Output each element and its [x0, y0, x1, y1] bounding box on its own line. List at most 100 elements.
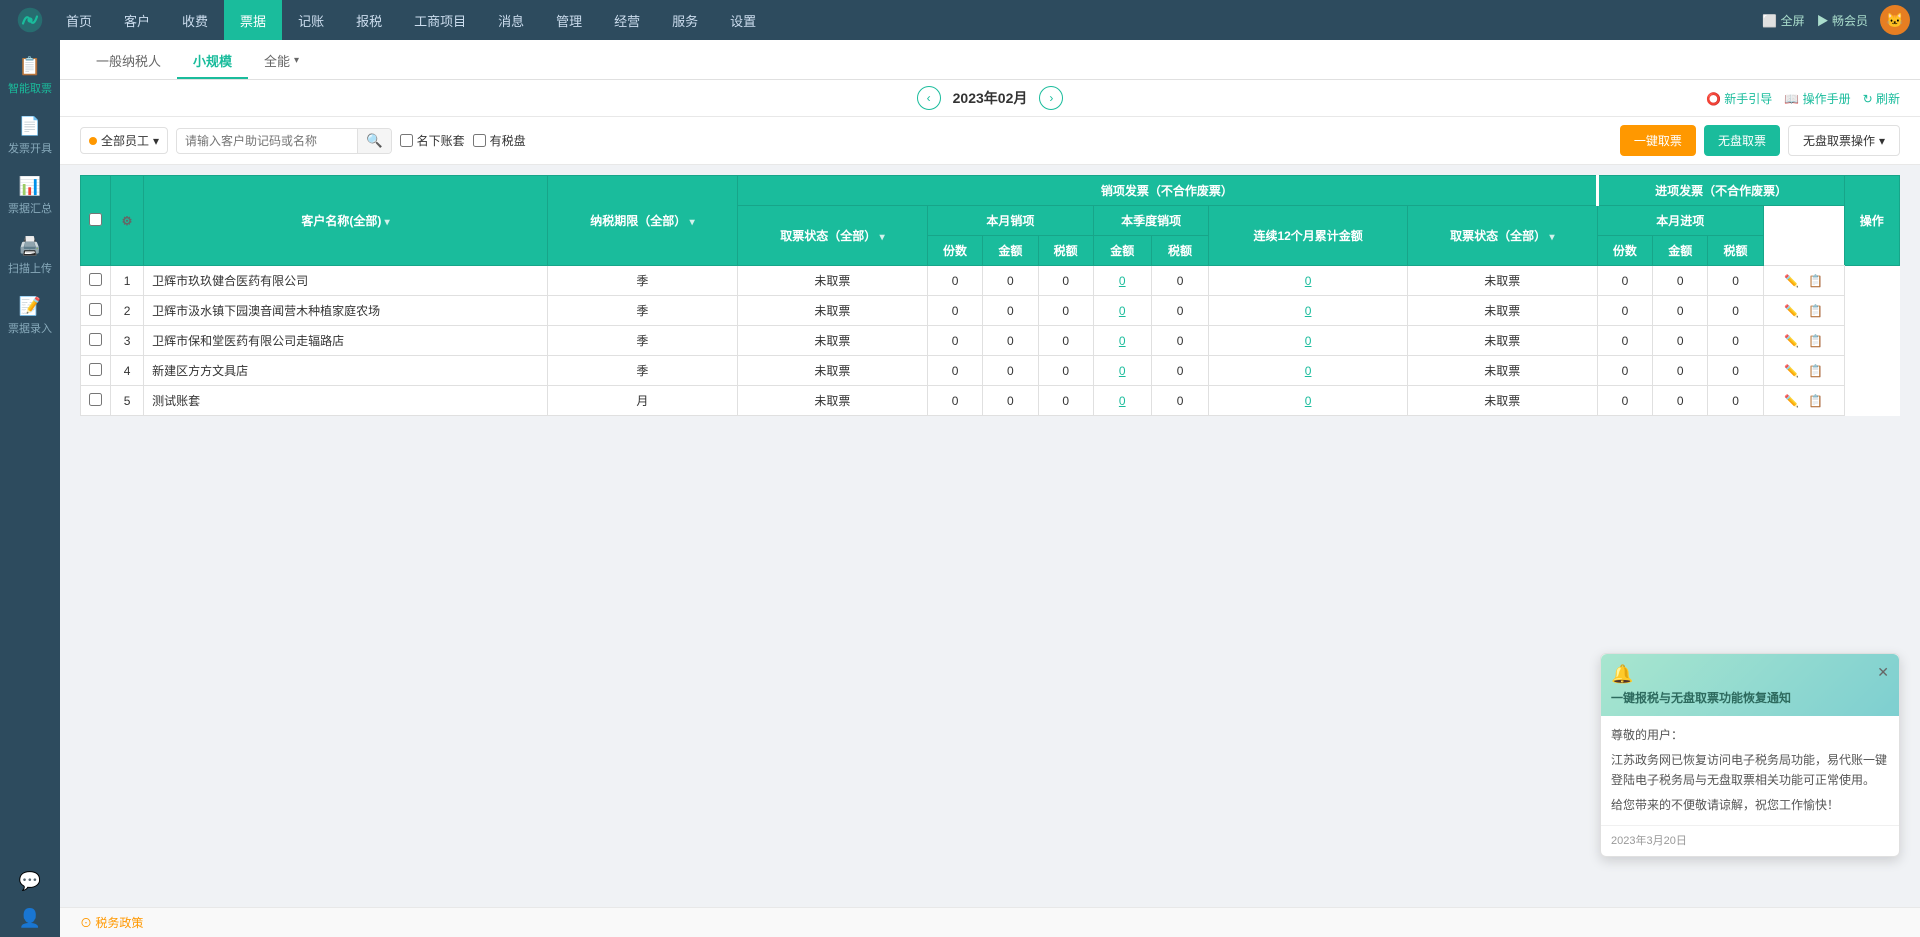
- invoice-table: ⚙ 客户名称(全部) ▾ 纳税期限（全部） ▾ 销项发票（不合作废票） 进项发票…: [80, 175, 1900, 416]
- tab-all[interactable]: 全能 ▾: [248, 43, 315, 79]
- cum12-link[interactable]: 0: [1305, 394, 1312, 408]
- sq-amount-link[interactable]: 0: [1119, 274, 1126, 288]
- nav-service[interactable]: 服务: [656, 0, 714, 40]
- row-checkbox[interactable]: [89, 333, 102, 346]
- row-pm-tax: 0: [1708, 356, 1763, 386]
- row-period: 季: [547, 266, 737, 296]
- sidebar-item-invoice-summary[interactable]: 📊 票据汇总: [2, 168, 58, 224]
- search-box: 🔍: [176, 128, 392, 154]
- row-sq-amount: 0: [1093, 326, 1151, 356]
- row-purchase-status: 未取票: [1407, 296, 1597, 326]
- sq-amount-link[interactable]: 0: [1119, 334, 1126, 348]
- row-sales-status: 未取票: [737, 386, 927, 416]
- refresh-btn[interactable]: ↻ 刷新: [1863, 90, 1900, 107]
- employee-select[interactable]: 全部员工 ▾: [80, 127, 168, 154]
- operation-manual-btn[interactable]: 📖 操作手册: [1784, 90, 1850, 107]
- nav-customer[interactable]: 客户: [108, 0, 166, 40]
- nav-manage[interactable]: 管理: [540, 0, 598, 40]
- cum12-link[interactable]: 0: [1305, 304, 1312, 318]
- nav-home[interactable]: 首页: [50, 0, 108, 40]
- checkbox-has-tax-disk[interactable]: 有税盘: [473, 132, 526, 149]
- row-sm-tax: 0: [1038, 296, 1093, 326]
- th-sm-tax: 税额: [1038, 236, 1093, 266]
- cum12-link[interactable]: 0: [1305, 364, 1312, 378]
- nav-operation[interactable]: 经营: [598, 0, 656, 40]
- avatar[interactable]: 🐱: [1880, 5, 1910, 35]
- row-checkbox[interactable]: [89, 303, 102, 316]
- notification-body: 尊敬的用户： 江苏政务网已恢复访问电子税务局功能，易代账一键登陆电子税务局与无盘…: [1601, 716, 1899, 825]
- no-disk-fetch-btn[interactable]: 无盘取票: [1704, 125, 1780, 156]
- nav-settings[interactable]: 设置: [714, 0, 772, 40]
- sales-status-filter-icon[interactable]: ▾: [880, 232, 885, 243]
- row-detail-btn[interactable]: 📋: [1808, 394, 1823, 408]
- sq-amount-link[interactable]: 0: [1119, 364, 1126, 378]
- row-pm-count: 0: [1597, 356, 1652, 386]
- tax-policy-link[interactable]: ⊙ 税务政策: [80, 914, 143, 931]
- nav-bookkeeping[interactable]: 记账: [282, 0, 340, 40]
- checkbox-own-books-input[interactable]: [400, 134, 413, 147]
- tab-small-scale[interactable]: 小规模: [177, 43, 248, 79]
- sq-amount-link[interactable]: 0: [1119, 304, 1126, 318]
- checkbox-own-books[interactable]: 名下账套: [400, 132, 465, 149]
- fullscreen-btn[interactable]: ⬜ 全屏: [1762, 12, 1804, 29]
- period-prev-btn[interactable]: ‹: [917, 86, 941, 110]
- nav-invoice[interactable]: 票据: [224, 0, 282, 40]
- toolbar: 全部员工 ▾ 🔍 名下账套 有税盘 一键取票 无盘取票 无盘取票操作 ▾: [60, 117, 1920, 165]
- customer-filter-icon[interactable]: ▾: [385, 217, 390, 228]
- row-sm-count: 0: [927, 296, 982, 326]
- row-customer-name: 卫辉市玖玖健合医药有限公司: [144, 266, 548, 296]
- sidebar-item-invoice-entry[interactable]: 📝 票据录入: [2, 288, 58, 344]
- sidebar-item-smart-fetch[interactable]: 📋 智能取票: [2, 48, 58, 104]
- search-input[interactable]: [177, 130, 357, 152]
- row-edit-btn[interactable]: ✏️: [1784, 274, 1799, 288]
- row-edit-btn[interactable]: ✏️: [1784, 334, 1799, 348]
- nav-business[interactable]: 工商项目: [398, 0, 482, 40]
- row-edit-btn[interactable]: ✏️: [1784, 364, 1799, 378]
- sidebar-item-scan-upload[interactable]: 🖨️ 扫描上传: [2, 228, 58, 284]
- period-filter-icon[interactable]: ▾: [690, 217, 695, 228]
- row-sm-tax: 0: [1038, 326, 1093, 356]
- row-sm-count: 0: [927, 386, 982, 416]
- row-checkbox[interactable]: [89, 273, 102, 286]
- search-button[interactable]: 🔍: [357, 129, 391, 153]
- row-index: 5: [111, 386, 144, 416]
- sidebar-label-invoice-open: 发票开具: [8, 140, 52, 156]
- nav-message[interactable]: 消息: [482, 0, 540, 40]
- row-checkbox[interactable]: [89, 363, 102, 376]
- period-next-btn[interactable]: ›: [1039, 86, 1063, 110]
- th-tax-period: 纳税期限（全部） ▾: [547, 176, 737, 266]
- notification-close-btn[interactable]: ✕: [1877, 664, 1889, 681]
- row-detail-btn[interactable]: 📋: [1808, 364, 1823, 378]
- checkbox-has-tax-disk-input[interactable]: [473, 134, 486, 147]
- row-detail-btn[interactable]: 📋: [1808, 334, 1823, 348]
- sidebar-item-invoice-open[interactable]: 📄 发票开具: [2, 108, 58, 164]
- tab-general-taxpayer[interactable]: 一般纳税人: [80, 43, 177, 79]
- settings-icon[interactable]: ⚙: [122, 214, 133, 228]
- row-detail-btn[interactable]: 📋: [1808, 274, 1823, 288]
- row-purchase-status: 未取票: [1407, 326, 1597, 356]
- nav-fee[interactable]: 收费: [166, 0, 224, 40]
- row-edit-btn[interactable]: ✏️: [1784, 304, 1799, 318]
- row-detail-btn[interactable]: 📋: [1808, 304, 1823, 318]
- th-pm-count: 份数: [1597, 236, 1652, 266]
- nav-tax[interactable]: 报税: [340, 0, 398, 40]
- vip-btn[interactable]: ▶ 畅会员: [1817, 12, 1868, 29]
- row-checkbox[interactable]: [89, 393, 102, 406]
- sq-amount-link[interactable]: 0: [1119, 394, 1126, 408]
- row-checkbox-cell: [81, 386, 111, 416]
- notification-title: 一键报税与无盘取票功能恢复通知: [1611, 689, 1791, 706]
- sidebar-item-help[interactable]: 💬: [2, 863, 58, 900]
- period-navigation: ‹ 2023年02月 › ⭕ 新手引导 📖 操作手册 ↻ 刷新: [60, 80, 1920, 117]
- sidebar-item-user[interactable]: 👤: [2, 900, 58, 937]
- purchase-status-filter-icon[interactable]: ▾: [1549, 232, 1554, 243]
- one-key-fetch-btn[interactable]: 一键取票: [1620, 125, 1696, 156]
- new-guide-btn[interactable]: ⭕ 新手引导: [1706, 90, 1772, 107]
- row-edit-btn[interactable]: ✏️: [1784, 394, 1799, 408]
- row-pm-tax: 0: [1708, 266, 1763, 296]
- cum12-link[interactable]: 0: [1305, 334, 1312, 348]
- no-disk-ops-btn[interactable]: 无盘取票操作 ▾: [1788, 125, 1900, 156]
- cum12-link[interactable]: 0: [1305, 274, 1312, 288]
- th-customer-name: 客户名称(全部) ▾: [144, 176, 548, 266]
- table-row: 5 测试账套 月 未取票 0 0 0 0 0 0 未取票 0 0 0 ✏️ 📋: [81, 386, 1900, 416]
- select-all-checkbox[interactable]: [89, 213, 102, 226]
